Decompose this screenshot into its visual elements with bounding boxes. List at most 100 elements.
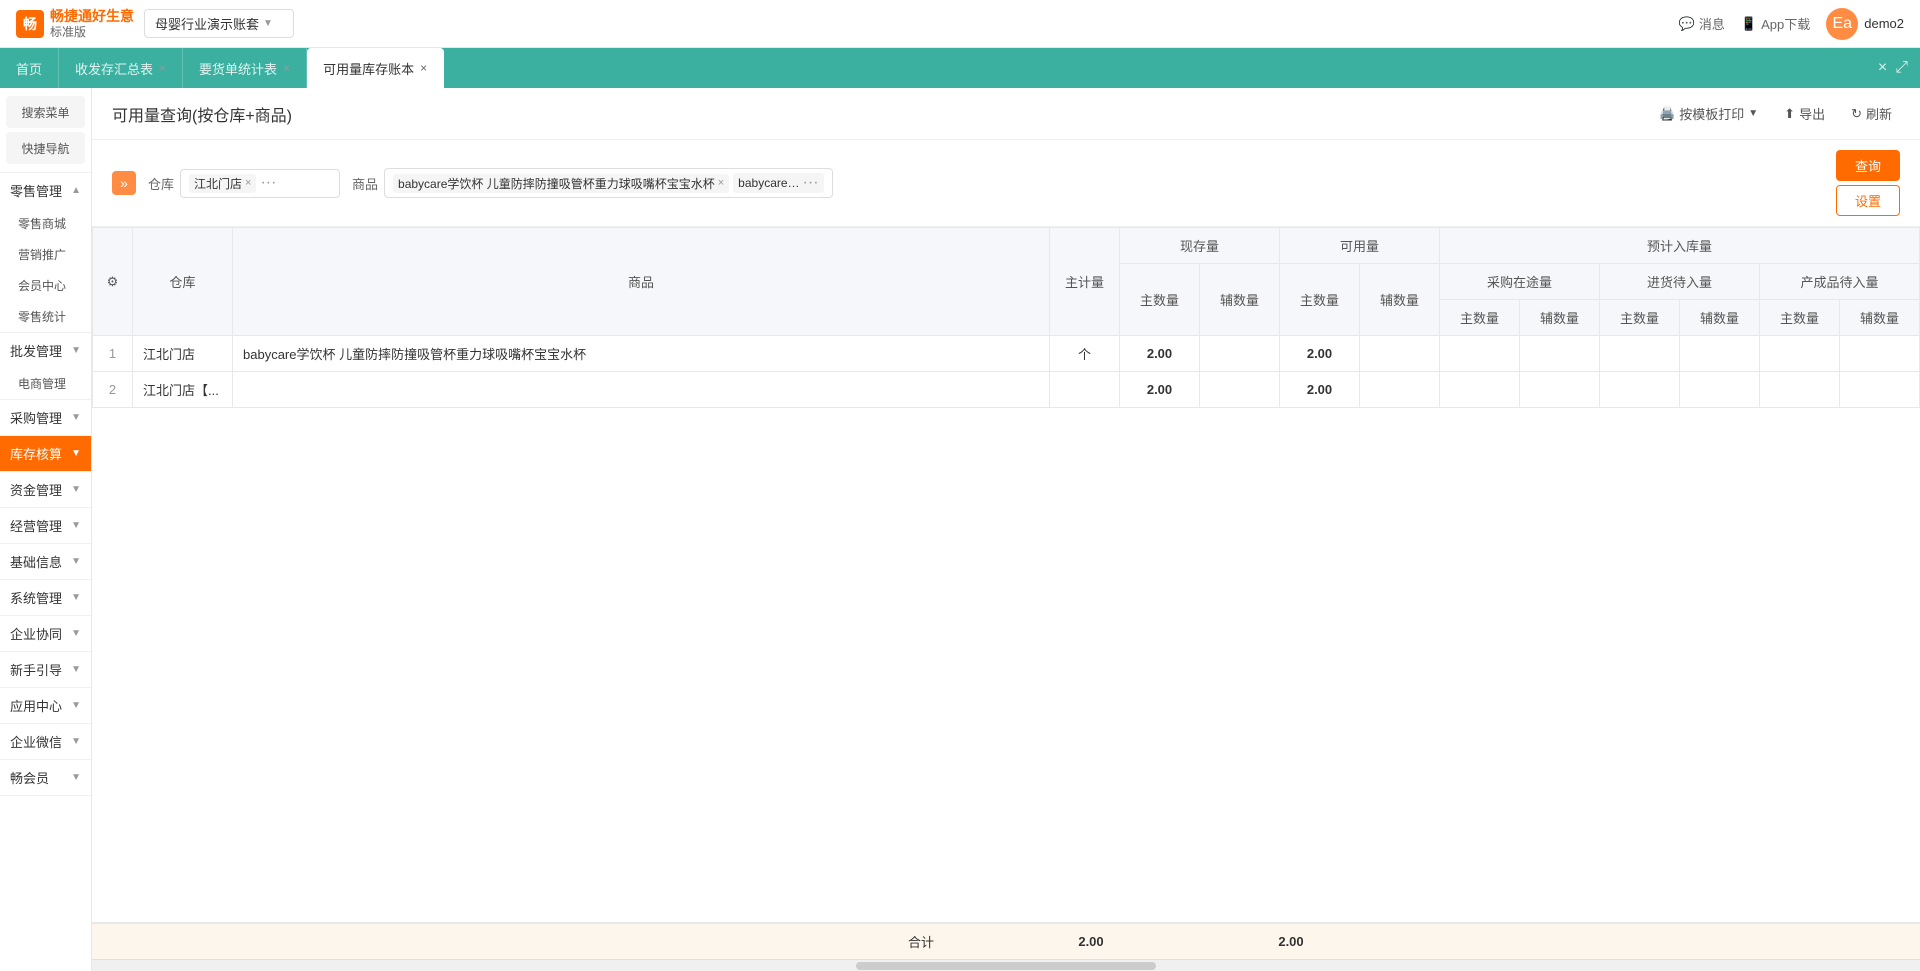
sidebar-finance-header[interactable]: 资金管理 ▼ <box>0 472 91 507</box>
sidebar-item-member[interactable]: 会员中心 <box>0 270 91 301</box>
sidebar-enterprise-label: 企业协同 <box>10 624 62 643</box>
sidebar-appstore-header[interactable]: 应用中心 ▼ <box>0 688 91 723</box>
refresh-icon: ↻ <box>1851 106 1862 122</box>
sidebar-appstore-label: 应用中心 <box>10 696 62 715</box>
sidebar-system-header[interactable]: 系统管理 ▼ <box>0 580 91 615</box>
th-settings[interactable]: ⚙ <box>93 228 133 336</box>
th-expected-inbound-group: 预计入库量 <box>1440 228 1920 264</box>
content-area: 可用量查询(按仓库+商品) 🖨️ 按模板打印 ▼ ⬆ 导出 ↻ 刷新 <box>92 88 1920 971</box>
top-bar-left: 畅 畅捷通好生意 标准版 母婴行业演示账套 ▼ <box>16 7 294 41</box>
remove-product-tag-1[interactable]: × <box>718 177 724 189</box>
sidebar-section-vip: 畅会员 ▼ <box>0 760 91 796</box>
table-cell <box>1520 336 1600 372</box>
quick-nav-label: 快捷导航 <box>21 140 69 157</box>
table-cell <box>1600 372 1680 408</box>
sidebar-wecom-label: 企业微信 <box>10 732 62 751</box>
tab-order-stats-label: 要货单统计表 <box>199 59 277 78</box>
export-btn[interactable]: ⬆ 导出 <box>1776 100 1833 127</box>
refresh-btn[interactable]: ↻ 刷新 <box>1843 100 1900 127</box>
tab-order-stats[interactable]: 要货单统计表 × <box>183 48 307 88</box>
sidebar-enterprise-header[interactable]: 企业协同 ▼ <box>0 616 91 651</box>
sidebar-item-retail-stats[interactable]: 零售统计 <box>0 301 91 332</box>
industry-selector[interactable]: 母婴行业演示账套 ▼ <box>144 9 294 38</box>
warehouse-filter-group: 仓库 江北门店 × ··· <box>148 169 340 198</box>
warehouse-filter-input[interactable]: 江北门店 × ··· <box>180 169 340 198</box>
message-btn[interactable]: 💬 消息 <box>1679 14 1725 33</box>
query-btn[interactable]: 查询 <box>1836 150 1900 181</box>
app-download-btn[interactable]: 📱 App下载 <box>1741 14 1810 33</box>
chevron-down-icon: ▼ <box>71 520 81 531</box>
sidebar-section-basic: 基础信息 ▼ <box>0 544 91 580</box>
more-options-icon[interactable]: ··· <box>260 174 276 192</box>
table-cell <box>1760 372 1840 408</box>
th-unit: 主计量 <box>1050 228 1120 336</box>
table-row: 2江北门店【...2.002.00 <box>93 372 1920 408</box>
sidebar-purchase-label: 采购管理 <box>10 408 62 427</box>
sidebar-inventory-header[interactable]: 库存核算 ▼ <box>0 436 91 471</box>
search-menu-label: 搜索菜单 <box>21 104 69 121</box>
sidebar-item-marketing[interactable]: 营销推广 <box>0 239 91 270</box>
scrollbar-thumb[interactable] <box>856 962 1156 970</box>
table-cell <box>1200 372 1280 408</box>
tab-home[interactable]: 首页 <box>0 48 59 88</box>
sidebar-wholesale-label: 批发管理 <box>10 341 62 360</box>
table-cell <box>1360 336 1440 372</box>
sidebar-section-finance: 资金管理 ▼ <box>0 472 91 508</box>
user-profile[interactable]: Ea demo2 <box>1826 8 1904 40</box>
sidebar-item-retail-mall[interactable]: 零售商城 <box>0 208 91 239</box>
sidebar-basic-header[interactable]: 基础信息 ▼ <box>0 544 91 579</box>
export-label: 导出 <box>1799 104 1825 123</box>
th-incoming-main: 主数量 <box>1600 300 1680 336</box>
chevron-down-icon: ▼ <box>71 448 81 459</box>
sidebar-purchase-header[interactable]: 采购管理 ▼ <box>0 400 91 435</box>
sidebar-section-enterprise: 企业协同 ▼ <box>0 616 91 652</box>
sidebar-newbie-label: 新手引导 <box>10 660 62 679</box>
sidebar-wecom-header[interactable]: 企业微信 ▼ <box>0 724 91 759</box>
quick-nav-btn[interactable]: 快捷导航 <box>6 132 85 164</box>
chevron-down-icon: ▼ <box>71 345 81 356</box>
sidebar-wholesale-header[interactable]: 批发管理 ▼ <box>0 333 91 368</box>
sidebar-section-wholesale: 批发管理 ▼ 电商管理 <box>0 333 91 400</box>
tab-available-stock[interactable]: 可用量库存账本 × <box>307 48 444 88</box>
search-menu-btn[interactable]: 搜索菜单 <box>6 96 85 128</box>
avatar: Ea <box>1826 8 1858 40</box>
sidebar-retail-header[interactable]: 零售管理 ▲ <box>0 173 91 208</box>
close-icon[interactable]: × <box>159 61 166 75</box>
table-cell <box>233 372 1050 408</box>
chevron-down-icon: ▼ <box>71 484 81 495</box>
industry-label: 母婴行业演示账套 <box>155 14 259 33</box>
chevron-down-icon: ▼ <box>71 556 81 567</box>
sidebar-operation-header[interactable]: 经营管理 ▼ <box>0 508 91 543</box>
table-cell <box>1840 336 1920 372</box>
th-avail-main: 主数量 <box>1280 264 1360 336</box>
username-label: demo2 <box>1864 16 1904 31</box>
close-all-icon[interactable]: × <box>1878 59 1887 77</box>
remove-warehouse-tag[interactable]: × <box>245 177 251 189</box>
more-options-icon[interactable]: ··· <box>803 174 819 192</box>
settings-btn[interactable]: 设置 <box>1836 185 1900 216</box>
chevron-down-icon: ▼ <box>71 736 81 747</box>
sidebar-vip-header[interactable]: 畅会员 ▼ <box>0 760 91 795</box>
message-icon: 💬 <box>1679 16 1695 32</box>
bottom-scrollbar[interactable] <box>92 959 1920 971</box>
filter-toggle-btn[interactable]: » <box>112 171 136 195</box>
sidebar-section-system: 系统管理 ▼ <box>0 580 91 616</box>
tab-receivable[interactable]: 收发存汇总表 × <box>59 48 183 88</box>
th-production-main: 主数量 <box>1760 300 1840 336</box>
close-icon[interactable]: × <box>420 61 427 75</box>
brand-name: 畅捷通好生意 <box>50 7 134 25</box>
logo-icon: 畅 <box>16 10 44 38</box>
export-icon: ⬆ <box>1784 106 1795 122</box>
refresh-label: 刷新 <box>1866 104 1892 123</box>
product-filter-input[interactable]: babycare学饮杯 儿童防摔防撞吸管杯重力球吸嘴杯宝宝水杯 × babyca… <box>384 168 833 198</box>
product-tag-1-text: babycare学饮杯 儿童防摔防撞吸管杯重力球吸嘴杯宝宝水杯 <box>398 175 715 192</box>
close-icon[interactable]: × <box>283 61 290 75</box>
sidebar-newbie-header[interactable]: 新手引导 ▼ <box>0 652 91 687</box>
sidebar-item-ecommerce[interactable]: 电商管理 <box>0 368 91 399</box>
sidebar-basic-label: 基础信息 <box>10 552 62 571</box>
app-icon: 📱 <box>1741 16 1757 32</box>
data-table: ⚙ 仓库 商品 主计量 现存量 可用量 预计入库量 主数量 辅数量 主数量 <box>92 227 1920 408</box>
print-template-btn[interactable]: 🖨️ 按模板打印 ▼ <box>1651 100 1766 127</box>
table-cell <box>1680 372 1760 408</box>
maximize-icon[interactable]: ⤢ <box>1895 59 1908 77</box>
